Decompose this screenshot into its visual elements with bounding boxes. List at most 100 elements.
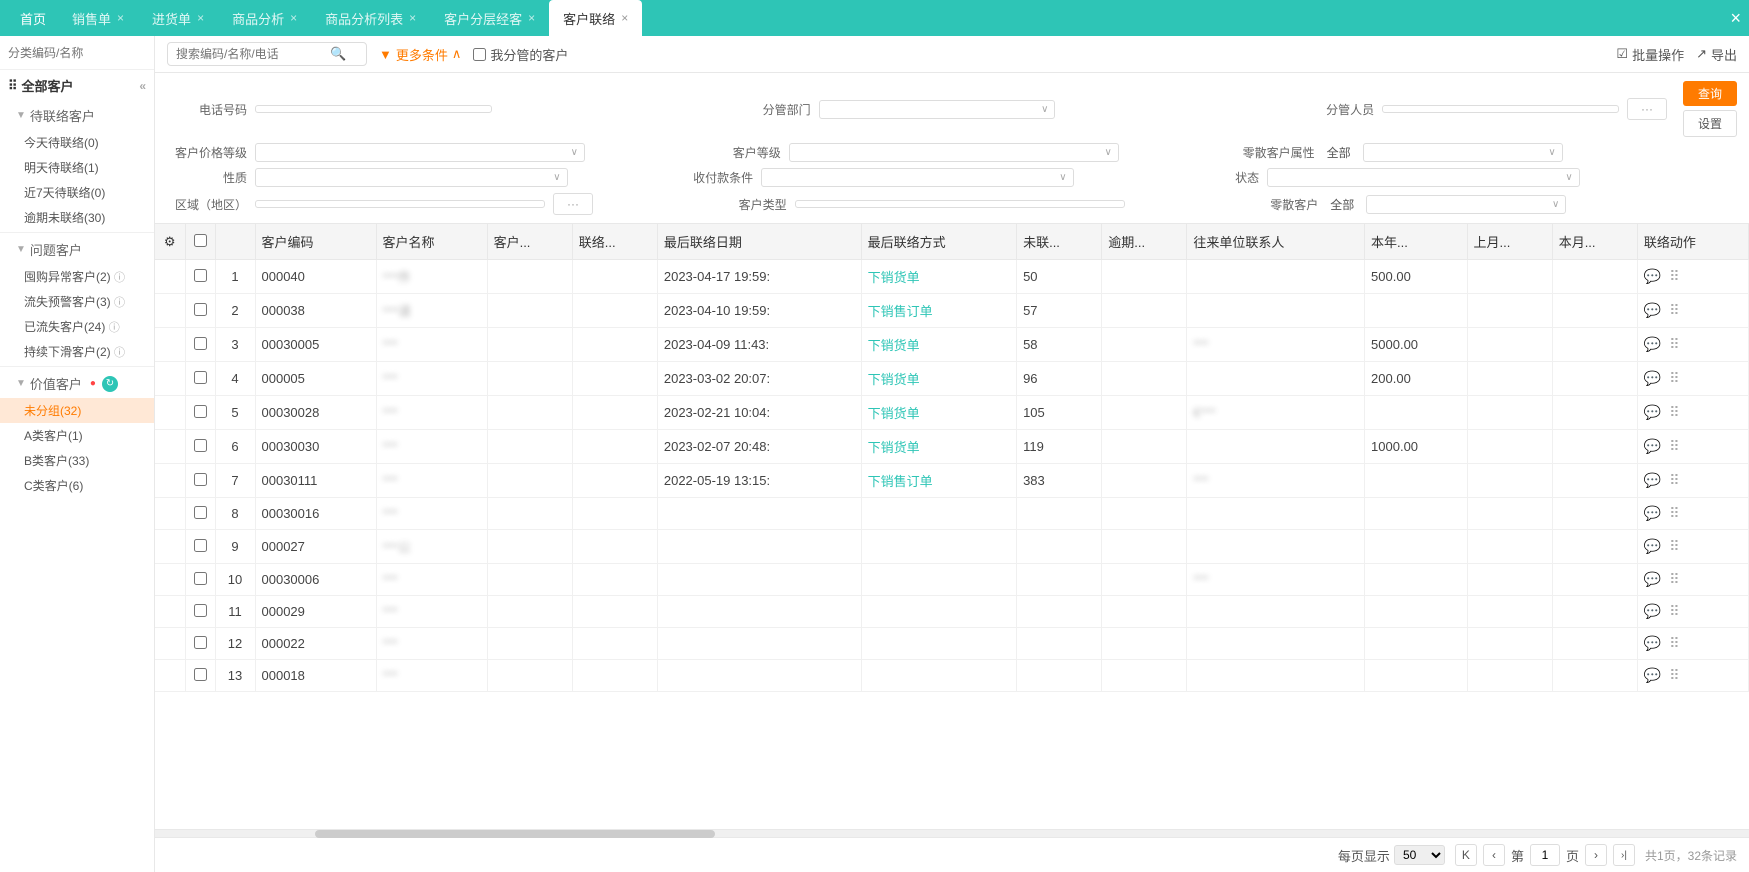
row-last-method[interactable] (861, 564, 1016, 596)
tab-purchase[interactable]: 进货单 × (138, 0, 218, 36)
row-check[interactable] (185, 530, 215, 564)
row-check[interactable] (185, 564, 215, 596)
message-icon[interactable]: 💬 (1644, 370, 1661, 387)
customer-type-input[interactable] (795, 200, 1125, 208)
tab-home[interactable]: 首页 (8, 0, 58, 36)
row-checkbox[interactable] (194, 269, 207, 282)
tab-sales-close[interactable]: × (117, 11, 124, 25)
sidebar-item-ungroup[interactable]: 未分组(32) (0, 398, 154, 423)
message-icon[interactable]: 💬 (1644, 505, 1661, 522)
message-icon[interactable]: 💬 (1644, 438, 1661, 455)
manager-more-btn[interactable]: ··· (1627, 98, 1667, 120)
export-button[interactable]: ↗ 导出 (1696, 45, 1737, 64)
tab-purchase-close[interactable]: × (197, 11, 204, 25)
row-check[interactable] (185, 498, 215, 530)
region-more-btn[interactable]: ··· (553, 193, 593, 215)
page-size-select[interactable]: 50 100 (1394, 845, 1445, 865)
first-page-button[interactable]: K (1455, 844, 1477, 866)
row-check[interactable] (185, 328, 215, 362)
message-icon[interactable]: 💬 (1644, 336, 1661, 353)
row-checkbox[interactable] (194, 405, 207, 418)
method-link[interactable]: 下销货单 (868, 372, 920, 387)
my-customers-filter[interactable]: 我分管的客户 (473, 45, 568, 64)
grid-action-icon[interactable]: ⠿ (1669, 472, 1679, 489)
method-link[interactable]: 下销货单 (868, 270, 920, 285)
sidebar-item-c[interactable]: C类客户(6) (0, 473, 154, 498)
sidebar-item-declining[interactable]: 持续下滑客户(2) ⓘ (0, 339, 154, 364)
scrollbar-thumb[interactable] (315, 830, 715, 838)
row-last-method[interactable] (861, 530, 1016, 564)
row-check[interactable] (185, 396, 215, 430)
grid-action-icon[interactable]: ⠿ (1669, 404, 1679, 421)
row-checkbox[interactable] (194, 337, 207, 350)
col-setting[interactable]: ⚙ (155, 224, 185, 260)
sidebar-item-today[interactable]: 今天待联络(0) (0, 130, 154, 155)
manager-input[interactable] (1382, 105, 1619, 113)
row-last-method[interactable]: 下销售订单 (861, 464, 1016, 498)
grid-action-icon[interactable]: ⠿ (1669, 571, 1679, 588)
row-last-method[interactable]: 下销货单 (861, 396, 1016, 430)
row-check[interactable] (185, 260, 215, 294)
retail-customer-input[interactable]: ∨ (1366, 195, 1566, 214)
row-last-method[interactable]: 下销货单 (861, 362, 1016, 396)
tab-customer-segment[interactable]: 客户分层经客 × (430, 0, 549, 36)
retail-attr-input[interactable]: ∨ (1363, 143, 1563, 162)
sidebar-search-input[interactable] (8, 46, 155, 60)
filter-more-conditions[interactable]: ▼ 更多条件 ∧ (379, 45, 461, 64)
status-input[interactable]: ∨ (1267, 168, 1580, 187)
grid-action-icon[interactable]: ⠿ (1669, 635, 1679, 652)
row-check[interactable] (185, 294, 215, 328)
message-icon[interactable]: 💬 (1644, 302, 1661, 319)
region-input[interactable] (255, 200, 545, 208)
grid-action-icon[interactable]: ⠿ (1669, 603, 1679, 620)
grid-action-icon[interactable]: ⠿ (1669, 505, 1679, 522)
tab-analysis-list[interactable]: 商品分析列表 × (311, 0, 430, 36)
row-last-method[interactable]: 下销货单 (861, 328, 1016, 362)
batch-ops-button[interactable]: ☑ 批量操作 (1616, 45, 1684, 64)
sidebar-group-value[interactable]: ▼ 价值客户 ● ↻ (0, 369, 154, 398)
row-check[interactable] (185, 464, 215, 498)
grid-action-icon[interactable]: ⠿ (1669, 268, 1679, 285)
page-number-input[interactable] (1530, 844, 1560, 866)
message-icon[interactable]: 💬 (1644, 571, 1661, 588)
row-last-method[interactable] (861, 498, 1016, 530)
row-checkbox[interactable] (194, 572, 207, 585)
row-last-method[interactable] (861, 596, 1016, 628)
row-check[interactable] (185, 596, 215, 628)
next-page-button[interactable]: › (1585, 844, 1607, 866)
message-icon[interactable]: 💬 (1644, 268, 1661, 285)
query-button[interactable]: 查询 (1683, 81, 1737, 106)
row-last-method[interactable]: 下销货单 (861, 430, 1016, 464)
tab-customer-contact-close[interactable]: × (621, 11, 628, 25)
sidebar-item-tomorrow[interactable]: 明天待联络(1) (0, 155, 154, 180)
message-icon[interactable]: 💬 (1644, 667, 1661, 684)
sidebar-search-box[interactable]: 🔍 (0, 36, 154, 70)
method-link[interactable]: 下销货单 (868, 338, 920, 353)
row-last-method[interactable]: 下销售订单 (861, 294, 1016, 328)
tab-sales[interactable]: 销售单 × (58, 0, 138, 36)
row-checkbox[interactable] (194, 473, 207, 486)
grid-action-icon[interactable]: ⠿ (1669, 336, 1679, 353)
method-link[interactable]: 下销售订单 (868, 304, 933, 319)
refresh-icon[interactable]: ↻ (102, 376, 118, 392)
filter-search-input[interactable] (176, 47, 326, 61)
row-last-method[interactable] (861, 660, 1016, 692)
row-last-method[interactable]: 下销货单 (861, 260, 1016, 294)
sidebar-item-lost[interactable]: 已流失客户(24) ⓘ (0, 314, 154, 339)
gender-input[interactable]: ∨ (255, 168, 568, 187)
grid-action-icon[interactable]: ⠿ (1669, 438, 1679, 455)
my-customers-checkbox[interactable] (473, 48, 486, 61)
customer-level-input[interactable]: ∨ (789, 143, 1119, 162)
tab-customer-segment-close[interactable]: × (528, 11, 535, 25)
sidebar-item-b[interactable]: B类客户(33) (0, 448, 154, 473)
row-checkbox[interactable] (194, 539, 207, 552)
select-all-checkbox[interactable] (194, 234, 207, 247)
price-level-input[interactable]: ∨ (255, 143, 585, 162)
grid-action-icon[interactable]: ⠿ (1669, 302, 1679, 319)
filter-search-box[interactable]: 🔍 (167, 42, 367, 66)
message-icon[interactable]: 💬 (1644, 472, 1661, 489)
row-check[interactable] (185, 430, 215, 464)
last-page-button[interactable]: ›| (1613, 844, 1635, 866)
tab-analysis[interactable]: 商品分析 × (218, 0, 311, 36)
message-icon[interactable]: 💬 (1644, 404, 1661, 421)
